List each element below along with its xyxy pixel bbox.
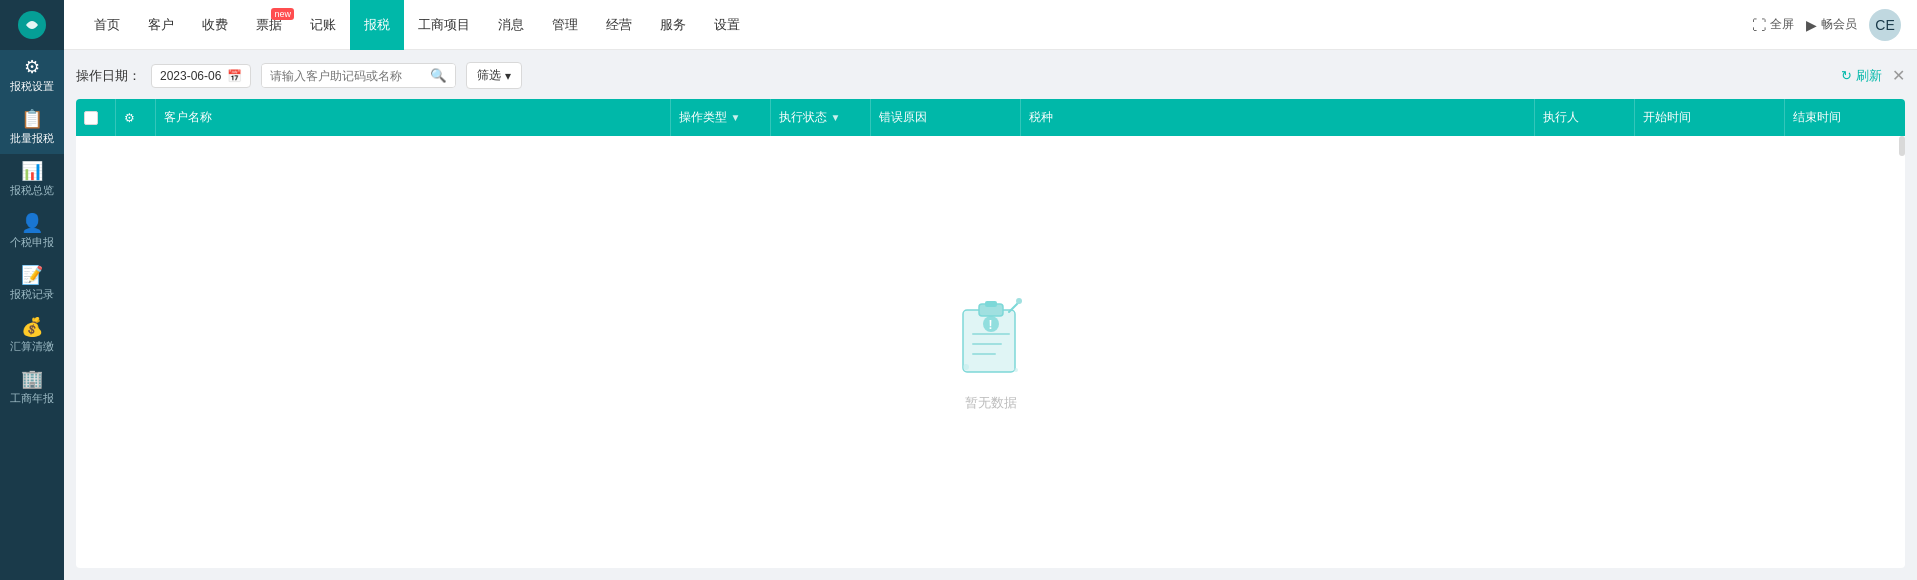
sidebar-item-label: 批量报税 bbox=[10, 131, 54, 146]
close-button[interactable]: ✕ bbox=[1892, 66, 1905, 85]
nav-item-guanli[interactable]: 管理 bbox=[538, 0, 592, 50]
th-operation-type[interactable]: 操作类型 ▼ bbox=[671, 99, 771, 136]
new-badge: new bbox=[271, 8, 294, 21]
sidebar-item-baoshui-zonlan[interactable]: 📊 报税总览 bbox=[0, 154, 64, 206]
svg-text:!: ! bbox=[988, 318, 992, 332]
search-input[interactable] bbox=[262, 65, 422, 87]
batch-tax-icon: 📋 bbox=[21, 110, 43, 128]
nav-item-jingying[interactable]: 经营 bbox=[592, 0, 646, 50]
member-button[interactable]: ▶ 畅会员 bbox=[1806, 16, 1857, 33]
page-content: 操作日期： 2023-06-06 📅 🔍 筛选 ▾ ↻ 刷新 ✕ bbox=[64, 50, 1917, 580]
sidebar-item-label: 汇算清缴 bbox=[10, 339, 54, 354]
main-content: 首页 客户 收费 票据 new 记账 报税 工商项目 消息 管理 经营 服务 设… bbox=[64, 0, 1917, 580]
th-start-time: 开始时间 bbox=[1635, 99, 1785, 136]
sidebar-item-piliang-baoshui[interactable]: 📋 批量报税 bbox=[0, 102, 64, 154]
date-picker[interactable]: 2023-06-06 📅 bbox=[151, 64, 251, 88]
th-end-time: 结束时间 bbox=[1785, 99, 1905, 136]
th-exec-status[interactable]: 执行状态 ▼ bbox=[771, 99, 871, 136]
record-icon: 📝 bbox=[21, 266, 43, 284]
nav-item-kehu[interactable]: 客户 bbox=[134, 0, 188, 50]
sidebar-item-gongshang[interactable]: 🏢 工商年报 bbox=[0, 362, 64, 414]
refresh-button[interactable]: ↻ 刷新 bbox=[1841, 67, 1882, 85]
sidebar-logo bbox=[0, 0, 64, 50]
search-button[interactable]: 🔍 bbox=[422, 64, 455, 87]
filter-button[interactable]: 筛选 ▾ bbox=[466, 62, 522, 89]
user-avatar[interactable]: CE bbox=[1869, 9, 1901, 41]
date-label: 操作日期： bbox=[76, 67, 141, 85]
personal-tax-icon: 👤 bbox=[21, 214, 43, 232]
nav-item-fuwu[interactable]: 服务 bbox=[646, 0, 700, 50]
data-table: ⚙ 客户名称 操作类型 ▼ 执行状态 ▼ 错误原因 税种 bbox=[76, 99, 1905, 568]
sort-icon: ▼ bbox=[731, 112, 741, 123]
annual-report-icon: 🏢 bbox=[21, 370, 43, 388]
sidebar-item-label: 报税总览 bbox=[10, 183, 54, 198]
th-executor: 执行人 bbox=[1535, 99, 1635, 136]
sidebar-item-label: 个税申报 bbox=[10, 235, 54, 250]
nav-item-xiaoxi[interactable]: 消息 bbox=[484, 0, 538, 50]
select-all-checkbox[interactable] bbox=[84, 111, 98, 125]
date-value: 2023-06-06 bbox=[160, 69, 221, 83]
sidebar-item-label: 工商年报 bbox=[10, 391, 54, 406]
topnav-right-area: ⛶ 全屏 ▶ 畅会员 CE bbox=[1752, 9, 1901, 41]
svg-rect-3 bbox=[985, 301, 997, 307]
sidebar-item-label: 报税设置 bbox=[10, 79, 54, 94]
nav-item-jizhang[interactable]: 记账 bbox=[296, 0, 350, 50]
toolbar: 操作日期： 2023-06-06 📅 🔍 筛选 ▾ ↻ 刷新 ✕ bbox=[76, 62, 1905, 89]
empty-text: 暂无数据 bbox=[965, 394, 1017, 412]
member-icon: ▶ bbox=[1806, 17, 1817, 33]
fullscreen-button[interactable]: ⛶ 全屏 bbox=[1752, 16, 1794, 33]
sidebar-item-huisuan[interactable]: 💰 汇算清缴 bbox=[0, 310, 64, 362]
settlement-icon: 💰 bbox=[21, 318, 43, 336]
sidebar-item-baoshui-shezhi[interactable]: ⚙ 报税设置 bbox=[0, 50, 64, 102]
th-customer-name: 客户名称 bbox=[156, 99, 671, 136]
nav-item-gongshang[interactable]: 工商项目 bbox=[404, 0, 484, 50]
fullscreen-icon: ⛶ bbox=[1752, 17, 1766, 33]
svg-point-10 bbox=[1016, 298, 1022, 304]
sidebar-item-label: 报税记录 bbox=[10, 287, 54, 302]
th-checkbox[interactable] bbox=[76, 99, 116, 136]
svg-point-11 bbox=[963, 364, 969, 370]
gear-icon: ⚙ bbox=[124, 111, 135, 125]
empty-illustration: ! bbox=[951, 292, 1031, 382]
nav-item-baoshui[interactable]: 报税 bbox=[350, 0, 404, 50]
sidebar-item-baoshui-jilu[interactable]: 📝 报税记录 bbox=[0, 258, 64, 310]
calendar-icon: 📅 bbox=[227, 69, 242, 83]
refresh-icon: ↻ bbox=[1841, 68, 1852, 83]
th-settings[interactable]: ⚙ bbox=[116, 99, 156, 136]
chevron-down-icon: ▾ bbox=[505, 69, 511, 83]
th-tax-type: 税种 bbox=[1021, 99, 1536, 136]
nav-item-shezhi[interactable]: 设置 bbox=[700, 0, 754, 50]
empty-state: ! 暂无数据 bbox=[951, 292, 1031, 412]
sort-icon-2: ▼ bbox=[831, 112, 841, 123]
nav-item-piaoju[interactable]: 票据 new bbox=[242, 0, 296, 50]
table-body: ! 暂无数据 bbox=[76, 136, 1905, 568]
table-header: ⚙ 客户名称 操作类型 ▼ 执行状态 ▼ 错误原因 税种 bbox=[76, 99, 1905, 136]
overview-icon: 📊 bbox=[21, 162, 43, 180]
sidebar: ⚙ 报税设置 📋 批量报税 📊 报税总览 👤 个税申报 📝 报税记录 💰 汇算清… bbox=[0, 0, 64, 580]
top-navigation: 首页 客户 收费 票据 new 记账 报税 工商项目 消息 管理 经营 服务 设… bbox=[64, 0, 1917, 50]
toolbar-right: ↻ 刷新 ✕ bbox=[1841, 66, 1905, 85]
nav-item-shouye[interactable]: 首页 bbox=[80, 0, 134, 50]
nav-item-shoufei[interactable]: 收费 bbox=[188, 0, 242, 50]
scrollbar[interactable] bbox=[1899, 136, 1905, 156]
svg-point-12 bbox=[1014, 368, 1018, 372]
search-box: 🔍 bbox=[261, 63, 456, 88]
sidebar-item-geshui[interactable]: 👤 个税申报 bbox=[0, 206, 64, 258]
settings-icon: ⚙ bbox=[24, 58, 40, 76]
th-error-reason: 错误原因 bbox=[871, 99, 1021, 136]
